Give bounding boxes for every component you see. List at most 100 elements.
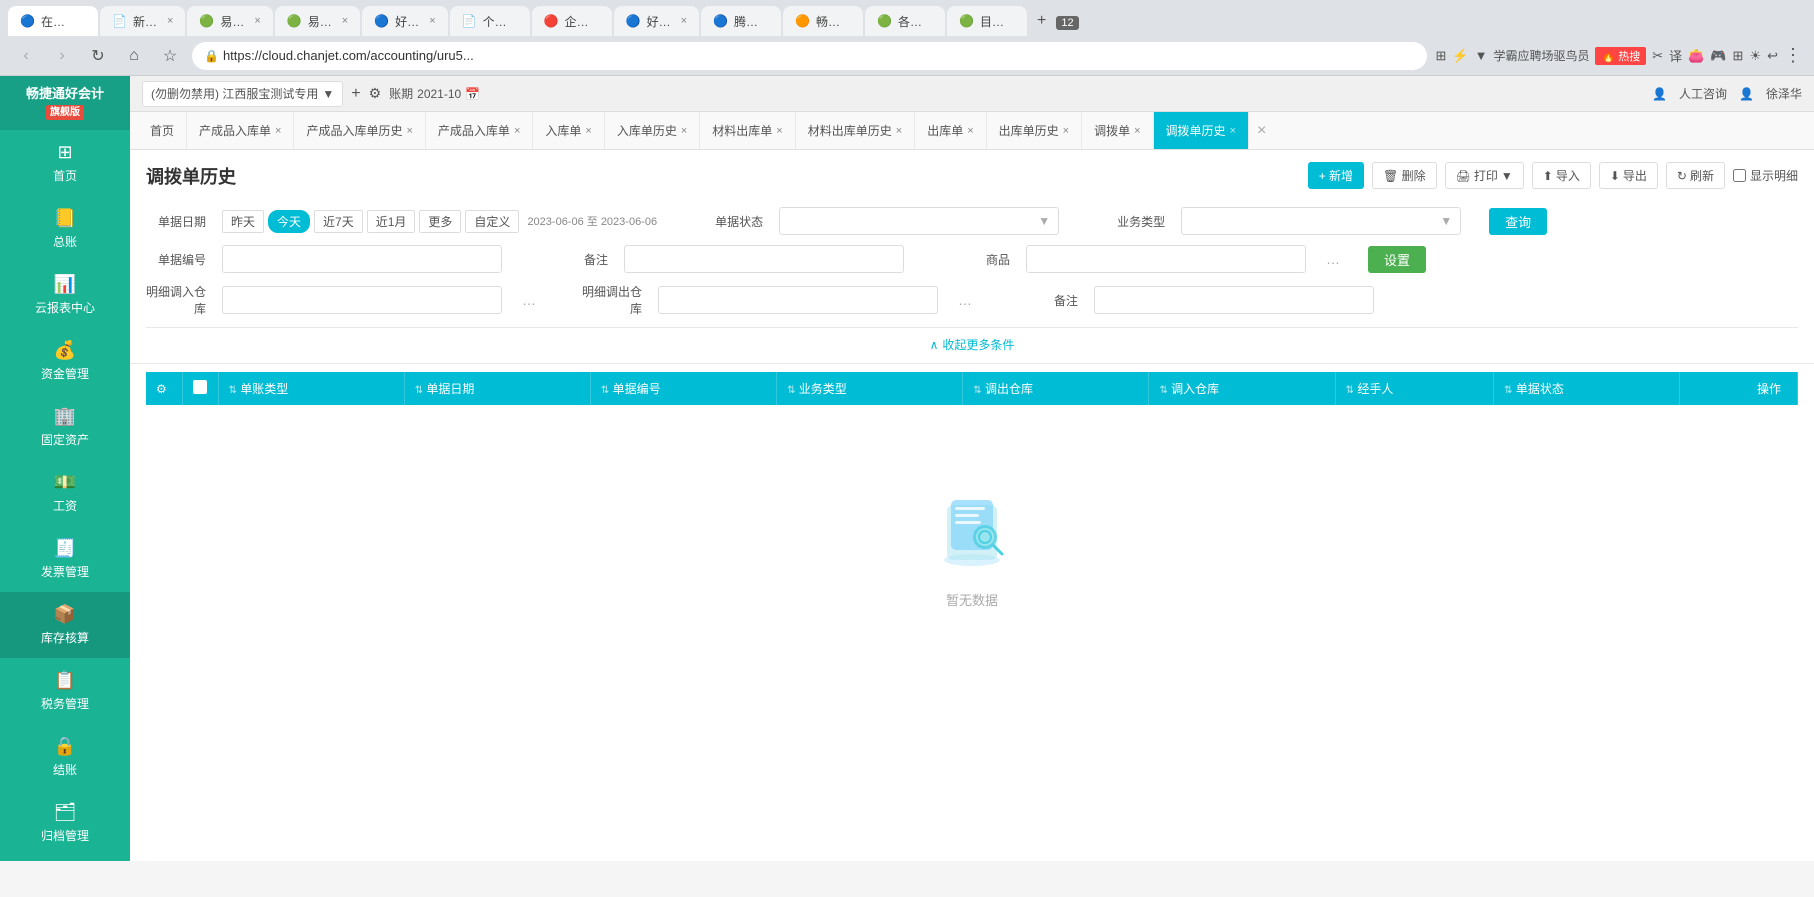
date-btn-today[interactable]: 今天 — [268, 210, 310, 233]
nav-home-button[interactable]: ⌂ — [120, 42, 148, 70]
sidebar-item-inventory[interactable]: 📦 库存核算 — [0, 592, 130, 658]
delete-button[interactable]: 🗑 删除 — [1372, 162, 1437, 189]
out-history-close-icon[interactable]: × — [1063, 125, 1069, 137]
toolbar-translate[interactable]: 译 — [1669, 46, 1682, 65]
display-checkbox[interactable] — [1733, 169, 1746, 182]
sidebar-logo[interactable]: 畅捷通好会计 旗舰版 — [0, 76, 130, 130]
date-btn-yesterday[interactable]: 昨天 — [222, 210, 264, 233]
date-btn-1month[interactable]: 近1月 — [367, 210, 416, 233]
product-in2-close-icon[interactable]: × — [514, 125, 520, 137]
page-tab-material-out[interactable]: 材料出库单 × — [700, 112, 795, 150]
sidebar-item-funds[interactable]: 💰 资金管理 — [0, 328, 130, 394]
address-input[interactable]: 🔒 https://cloud.chanjet.com/accounting/u… — [192, 42, 1427, 70]
settings-gear-button[interactable]: ⚙ — [369, 85, 382, 102]
toolbar-scissors[interactable]: ✂ — [1652, 48, 1663, 64]
browser-tab-10[interactable]: 🟠 畅… — [783, 6, 863, 36]
toolbar-menu[interactable]: ⋮ — [1784, 45, 1802, 66]
browser-tab-11[interactable]: 🟢 各… — [865, 6, 945, 36]
detail-in-input[interactable] — [222, 286, 502, 314]
toolbar-wallet[interactable]: 👛 — [1688, 48, 1704, 64]
add-company-button[interactable]: + — [351, 85, 360, 103]
print-button[interactable]: 🖨 打印 ▼ — [1445, 162, 1524, 189]
browser-tab-1[interactable]: 🔵 在… — [8, 6, 98, 36]
sidebar-item-assets[interactable]: 🏢 固定资产 — [0, 394, 130, 460]
toolbar-game[interactable]: 🎮 — [1710, 48, 1726, 64]
nav-back-button[interactable]: ‹ — [12, 42, 40, 70]
col-in-warehouse[interactable]: ⇅ 调入仓库 — [1149, 372, 1335, 405]
toolbar-undo[interactable]: ↩ — [1767, 48, 1778, 64]
tab4-close[interactable]: × — [342, 15, 348, 27]
refresh-button[interactable]: ↻ 刷新 — [1666, 162, 1725, 189]
page-tab-out-order[interactable]: 出库单 × — [915, 112, 986, 150]
col-handler[interactable]: ⇅ 经手人 — [1335, 372, 1494, 405]
new-button[interactable]: + 新增 — [1308, 162, 1364, 189]
material-out-history-close-icon[interactable]: × — [896, 125, 902, 137]
toolbar-brightness[interactable]: ☀ — [1749, 48, 1761, 64]
page-tab-product-in-history[interactable]: 产成品入库单历史 × — [294, 112, 425, 150]
goods-filter-input[interactable] — [1026, 245, 1306, 273]
page-tab-product-in[interactable]: 产成品入库单 × — [187, 112, 294, 150]
page-tab-product-in2[interactable]: 产成品入库单 × — [426, 112, 533, 150]
browser-tab-9[interactable]: 🔵 腾… — [701, 6, 781, 36]
sidebar-item-report[interactable]: 📊 云报表中心 — [0, 262, 130, 328]
sidebar-item-settings[interactable]: ⚙ 基础设置 — [0, 856, 130, 861]
ext-bolt-icon[interactable]: ⚡ — [1452, 48, 1468, 64]
sidebar-item-ledger[interactable]: 📒 总账 — [0, 196, 130, 262]
sidebar-item-archive[interactable]: 🗂 归档管理 — [0, 790, 130, 856]
col-no[interactable]: ⇅ 单据编号 — [590, 372, 776, 405]
browser-tab-2[interactable]: 📄 新… × — [100, 6, 185, 36]
nav-bookmark-button[interactable]: ☆ — [156, 42, 184, 70]
detail-in-dots-btn[interactable]: … — [522, 292, 536, 308]
table-check-header[interactable] — [182, 372, 218, 405]
col-status[interactable]: ⇅ 单据状态 — [1494, 372, 1680, 405]
sidebar-item-tax[interactable]: 📋 税务管理 — [0, 658, 130, 724]
browser-tab-6[interactable]: 📄 个… — [450, 6, 530, 36]
browser-tab-4[interactable]: 🟢 易… × — [275, 6, 360, 36]
ext-grid-icon[interactable]: ⊞ — [1435, 48, 1446, 64]
new-tab-button[interactable]: + — [1029, 8, 1054, 34]
sub-note-input[interactable] — [1094, 286, 1374, 314]
gear-icon[interactable]: ⚙ — [156, 382, 167, 396]
ext-dropdown-icon[interactable]: ▼ — [1475, 48, 1488, 63]
in-order-close-icon[interactable]: × — [585, 125, 591, 137]
transfer-history-close-icon[interactable]: × — [1230, 125, 1236, 137]
page-tab-transfer[interactable]: 调拨单 × — [1082, 112, 1153, 150]
page-tab-home[interactable]: 首页 — [138, 112, 187, 150]
support-label[interactable]: 人工咨询 — [1679, 85, 1727, 102]
detail-out-dots-btn[interactable]: … — [958, 292, 972, 308]
col-biz-type[interactable]: ⇅ 业务类型 — [777, 372, 963, 405]
tab3-close[interactable]: × — [254, 15, 260, 27]
material-out-close-icon[interactable]: × — [776, 125, 782, 137]
date-btn-more[interactable]: 更多 — [419, 210, 461, 233]
nav-forward-button[interactable]: › — [48, 42, 76, 70]
order-no-input[interactable] — [222, 245, 502, 273]
browser-tab-3[interactable]: 🟢 易… × — [187, 6, 272, 36]
biz-type-filter-select[interactable]: ▼ — [1181, 207, 1461, 235]
product-in-close-icon[interactable]: × — [275, 125, 281, 137]
page-tab-material-out-history[interactable]: 材料出库单历史 × — [796, 112, 915, 150]
display-toggle[interactable]: 显示明细 — [1733, 167, 1798, 184]
browser-tab-12[interactable]: 🟢 目… — [947, 6, 1027, 36]
browser-tab-5[interactable]: 🔵 好… × — [362, 6, 447, 36]
page-tab-out-history[interactable]: 出库单历史 × — [987, 112, 1082, 150]
settings-button[interactable]: 设置 — [1368, 246, 1426, 273]
table-gear-header[interactable]: ⚙ — [146, 372, 182, 405]
toolbar-grid2[interactable]: ⊞ — [1733, 48, 1744, 64]
sidebar-item-closing[interactable]: 🔒 结账 — [0, 724, 130, 790]
user-label[interactable]: 徐泽华 — [1766, 85, 1802, 102]
out-order-close-icon[interactable]: × — [967, 125, 973, 137]
close-all-button[interactable]: × — [1249, 122, 1274, 140]
company-selector[interactable]: (勿删勿禁用) 江西服宝测试专用 ▼ — [142, 81, 343, 107]
sidebar-item-invoice[interactable]: 🧾 发票管理 — [0, 526, 130, 592]
transfer-close-icon[interactable]: × — [1134, 125, 1140, 137]
query-button[interactable]: 查询 — [1489, 208, 1547, 235]
import-button[interactable]: ⬆ 导入 — [1532, 162, 1591, 189]
status-filter-select[interactable]: ▼ — [779, 207, 1059, 235]
date-btn-custom[interactable]: 自定义 — [465, 210, 519, 233]
goods-dots-btn[interactable]: … — [1326, 251, 1340, 267]
export-button[interactable]: ⬇ 导出 — [1599, 162, 1658, 189]
page-tab-in-order[interactable]: 入库单 × — [533, 112, 604, 150]
nav-refresh-button[interactable]: ↻ — [84, 42, 112, 70]
product-in-history-close-icon[interactable]: × — [406, 125, 412, 137]
page-tab-transfer-history[interactable]: 调拨单历史 × — [1154, 112, 1249, 150]
